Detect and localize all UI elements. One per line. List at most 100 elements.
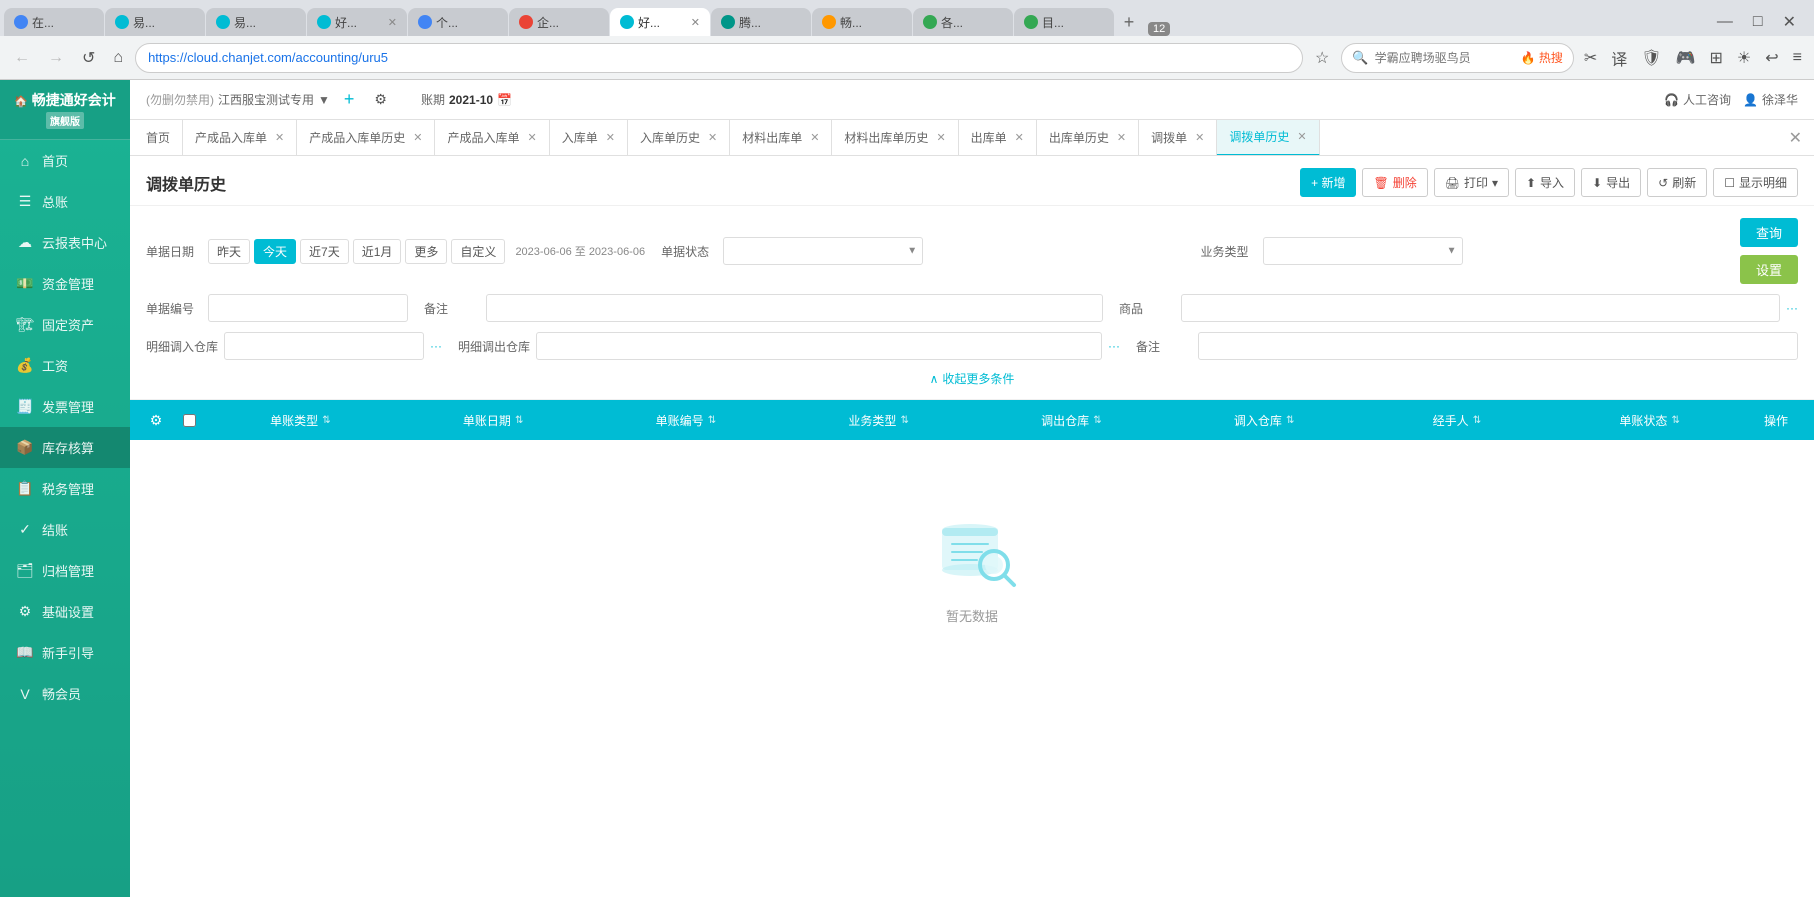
setting-button[interactable]: 设置: [1740, 255, 1798, 284]
page-tab-material-outbound-history[interactable]: 材料出库单历史 ✕: [832, 120, 958, 156]
shield-icon[interactable]: 🛡: [1637, 44, 1665, 72]
today-btn[interactable]: 今天: [254, 239, 296, 264]
sidebar-item-reports[interactable]: ☁ 云报表中心: [0, 222, 130, 263]
page-tab-material-outbound[interactable]: 材料出库单 ✕: [730, 120, 832, 156]
refresh-button[interactable]: ↺ 刷新: [1647, 168, 1707, 197]
browser-tab-4[interactable]: 好... ✕: [307, 8, 407, 36]
select-all-checkbox[interactable]: [183, 414, 196, 427]
biz-type-select[interactable]: [1263, 237, 1463, 265]
page-tab-product-inbound-history[interactable]: 产成品入库单历史 ✕: [297, 120, 435, 156]
address-bar[interactable]: [135, 43, 1303, 73]
tab-close-product-inbound[interactable]: ✕: [275, 131, 284, 144]
browser-tab-1[interactable]: 在...: [4, 8, 104, 36]
new-tab-button[interactable]: +: [1115, 8, 1143, 36]
sidebar-item-funds[interactable]: 💵 资金管理: [0, 263, 130, 304]
tab-close-inbound[interactable]: ✕: [606, 131, 615, 144]
minimize-button[interactable]: —: [1711, 9, 1739, 35]
browser-tab-7[interactable]: 好... ✕: [610, 8, 710, 36]
page-tab-transfer[interactable]: 调拨单 ✕: [1139, 120, 1217, 156]
tab-close-4[interactable]: ✕: [388, 16, 397, 29]
remark-input[interactable]: [486, 294, 1103, 322]
page-tab-product-inbound[interactable]: 产成品入库单 ✕: [183, 120, 297, 156]
translate-icon[interactable]: 译: [1607, 42, 1631, 74]
tab-close-product-inbound-history[interactable]: ✕: [413, 131, 422, 144]
goods-input[interactable]: [1181, 294, 1780, 322]
yesterday-btn[interactable]: 昨天: [208, 239, 250, 264]
more-btn[interactable]: 更多: [405, 239, 447, 264]
browser-tab-5[interactable]: 个...: [408, 8, 508, 36]
scissors-icon[interactable]: ✂: [1580, 44, 1601, 72]
page-tab-outbound[interactable]: 出库单 ✕: [959, 120, 1037, 156]
detail-in-ellipsis[interactable]: ···: [430, 339, 442, 353]
tab-close-material-outbound-history[interactable]: ✕: [936, 131, 945, 144]
tab-close-7[interactable]: ✕: [691, 16, 700, 29]
table-settings-button[interactable]: ⚙: [138, 412, 174, 429]
game-icon[interactable]: 🎮: [1672, 44, 1700, 72]
browser-tab-9[interactable]: 畅...: [812, 8, 912, 36]
page-tab-product-inbound2[interactable]: 产成品入库单 ✕: [435, 120, 549, 156]
maximize-button[interactable]: □: [1747, 9, 1769, 35]
col-header-date[interactable]: 单账日期 ⇅: [397, 412, 590, 429]
status-select[interactable]: [723, 237, 923, 265]
new-button[interactable]: + 新增: [1300, 168, 1356, 197]
sidebar-item-assets[interactable]: 🏗 固定资产: [0, 304, 130, 345]
tab-close-inbound-history[interactable]: ✕: [708, 131, 717, 144]
docnum-input[interactable]: [208, 294, 408, 322]
display-button[interactable]: ☐ 显示明细: [1713, 168, 1798, 197]
export-button[interactable]: ⬇ 导出: [1581, 168, 1641, 197]
col-header-in-warehouse[interactable]: 调入仓库 ⇅: [1168, 412, 1361, 429]
browser-tab-10[interactable]: 各...: [913, 8, 1013, 36]
page-tab-transfer-history[interactable]: 调拨单历史 ✕: [1217, 120, 1319, 156]
month-btn[interactable]: 近1月: [353, 239, 402, 264]
tab-close-outbound-history[interactable]: ✕: [1117, 131, 1126, 144]
col-header-biz-type[interactable]: 业务类型 ⇅: [782, 412, 975, 429]
menu-icon[interactable]: ≡: [1789, 45, 1806, 71]
tab-close-product-inbound2[interactable]: ✕: [528, 131, 537, 144]
user-info[interactable]: 👤 徐泽华: [1743, 91, 1798, 108]
sidebar-item-member[interactable]: V 畅会员: [0, 673, 130, 714]
home-button[interactable]: ⌂: [107, 45, 129, 71]
week-btn[interactable]: 近7天: [300, 239, 349, 264]
bookmark-button[interactable]: ☆: [1309, 44, 1335, 72]
collapse-button[interactable]: ∧ 收起更多条件: [930, 370, 1015, 387]
sidebar-item-home[interactable]: ⌂ 首页: [0, 140, 130, 181]
sidebar-item-inventory[interactable]: 📦 库存核算: [0, 427, 130, 468]
brightness-icon[interactable]: ☀: [1733, 44, 1755, 72]
remark2-input[interactable]: [1198, 332, 1798, 360]
reload-button[interactable]: ↺: [76, 44, 101, 72]
tab-close-material-outbound[interactable]: ✕: [810, 131, 819, 144]
sidebar-item-invoice[interactable]: 🧾 发票管理: [0, 386, 130, 427]
col-header-out-warehouse[interactable]: 调出仓库 ⇅: [975, 412, 1168, 429]
browser-tab-3[interactable]: 易...: [206, 8, 306, 36]
query-button[interactable]: 查询: [1740, 218, 1798, 247]
tab-close-transfer-history[interactable]: ✕: [1297, 130, 1306, 143]
import-button[interactable]: ⬆ 导入: [1515, 168, 1575, 197]
search-input[interactable]: [1375, 51, 1515, 65]
browser-tab-6[interactable]: 企...: [509, 8, 609, 36]
browser-tab-2[interactable]: 易...: [105, 8, 205, 36]
tab-close-transfer[interactable]: ✕: [1195, 131, 1204, 144]
goods-ellipsis[interactable]: ···: [1786, 301, 1798, 315]
delete-button[interactable]: 🗑 删除: [1362, 168, 1427, 197]
undo-icon[interactable]: ↩: [1761, 44, 1782, 72]
table-select-all[interactable]: [174, 414, 204, 427]
page-tab-outbound-history[interactable]: 出库单历史 ✕: [1037, 120, 1139, 156]
close-all-tabs-button[interactable]: ✕: [1781, 128, 1810, 148]
col-header-number[interactable]: 单账编号 ⇅: [590, 412, 783, 429]
service-button[interactable]: 🎧 人工咨询: [1664, 91, 1731, 108]
col-header-status[interactable]: 单账状态 ⇅: [1553, 412, 1746, 429]
page-tab-inbound-history[interactable]: 入库单历史 ✕: [628, 120, 730, 156]
close-window-button[interactable]: ✕: [1777, 8, 1802, 36]
browser-tab-11[interactable]: 目...: [1014, 8, 1114, 36]
sidebar-item-payroll[interactable]: 💰 工资: [0, 345, 130, 386]
tab-close-outbound[interactable]: ✕: [1015, 131, 1024, 144]
sidebar-item-guide[interactable]: 📖 新手引导: [0, 632, 130, 673]
detail-out-ellipsis[interactable]: ···: [1108, 339, 1120, 353]
forward-button[interactable]: →: [42, 45, 70, 71]
add-company-button[interactable]: +: [338, 85, 361, 114]
company-settings-button[interactable]: ⚙: [368, 87, 393, 112]
col-header-handler[interactable]: 经手人 ⇅: [1361, 412, 1554, 429]
back-button[interactable]: ←: [8, 45, 36, 71]
col-header-type[interactable]: 单账类型 ⇅: [204, 412, 397, 429]
sidebar-item-settings[interactable]: ⚙ 基础设置: [0, 591, 130, 632]
